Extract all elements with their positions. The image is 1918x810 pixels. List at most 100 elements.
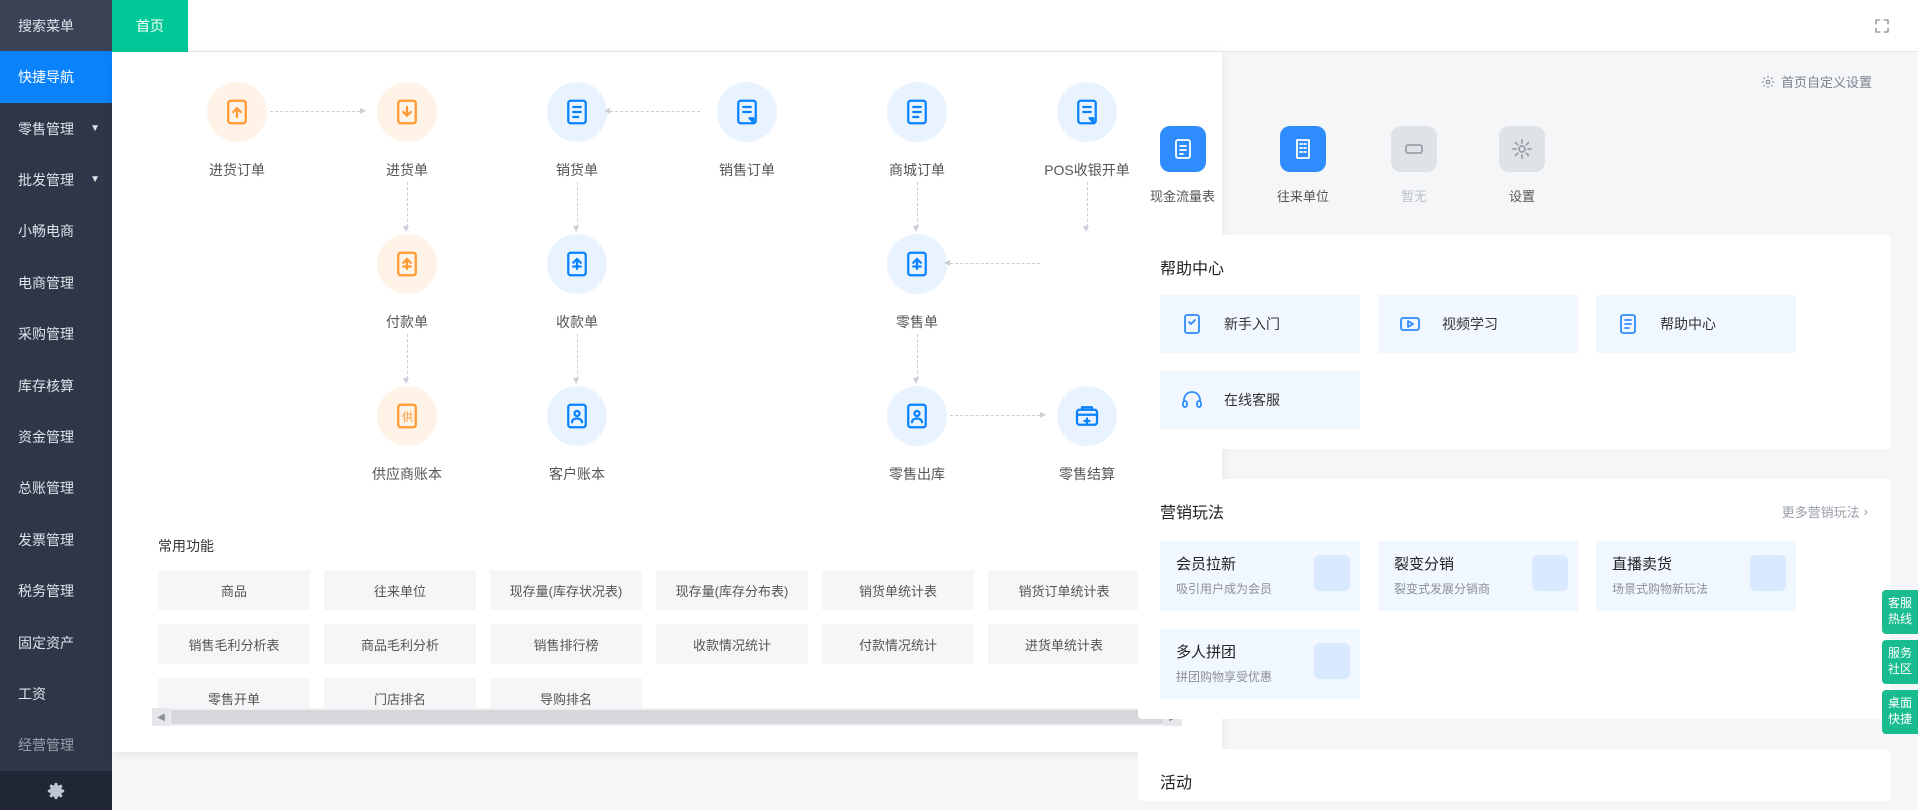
building-icon — [1291, 137, 1315, 161]
scroll-left-icon[interactable]: ◀ — [152, 708, 170, 726]
node-pay-bill[interactable]: 付款单 — [322, 234, 492, 332]
node-retail-out[interactable]: 零售出库 — [832, 386, 1002, 484]
func-btn[interactable]: 商品毛利分析 — [324, 624, 476, 664]
common-functions-title: 常用功能 — [158, 536, 1176, 556]
help-item-video[interactable]: 视频学习 — [1378, 295, 1578, 353]
node-customer-ledger[interactable]: 客户账本 — [492, 386, 662, 484]
shortcut-contacts[interactable]: 往来单位 — [1277, 126, 1329, 205]
func-btn[interactable]: 往来单位 — [324, 570, 476, 610]
link-label: 首页自定义设置 — [1781, 72, 1872, 91]
node-label: 供应商账本 — [372, 464, 442, 484]
node-label: 付款单 — [386, 312, 428, 332]
help-label: 视频学习 — [1442, 314, 1498, 334]
scroll-thumb[interactable] — [171, 710, 1163, 724]
node-receipt-bill[interactable]: 收款单 — [492, 234, 662, 332]
doc-corner-icon — [1072, 97, 1102, 127]
tab-home[interactable]: 首页 — [112, 0, 188, 52]
sidebar-label: 零售管理 — [18, 119, 74, 139]
sidebar-label: 税务管理 — [18, 581, 74, 601]
sidebar-label: 小畅电商 — [18, 221, 74, 241]
func-btn[interactable]: 付款情况统计 — [822, 624, 974, 664]
sidebar-item-assets[interactable]: 固定资产 — [0, 617, 112, 668]
promo-item[interactable]: 会员拉新吸引用户成为会员 — [1160, 541, 1360, 611]
sidebar-item-ecom2[interactable]: 电商管理 — [0, 257, 112, 308]
sidebar-label: 工资 — [18, 684, 46, 704]
customer-icon — [562, 401, 592, 431]
sidebar-item-ecom1[interactable]: 小畅电商 — [0, 206, 112, 257]
settle-icon — [1072, 401, 1102, 431]
sidebar-label: 固定资产 — [18, 633, 74, 653]
svg-text:供: 供 — [402, 410, 413, 424]
gear-icon — [1761, 75, 1775, 89]
sidebar-item-funds[interactable]: 资金管理 — [0, 411, 112, 462]
shortcut-row: 现金流量表 往来单位 暂无 设置 — [1150, 126, 1890, 205]
node-mall-order[interactable]: 商城订单 — [832, 82, 1002, 180]
promo-item[interactable]: 裂变分销裂变式发展分销商 — [1378, 541, 1578, 611]
sidebar-settings-button[interactable] — [0, 771, 112, 810]
sidebar-item-search[interactable]: 搜索菜单 — [0, 0, 112, 51]
sidebar-item-retail[interactable]: 零售管理▼ — [0, 103, 112, 154]
help-item-newbie[interactable]: 新手入门 — [1160, 295, 1360, 353]
sidebar-item-ops[interactable]: 经营管理 — [0, 720, 112, 771]
sidebar-label: 批发管理 — [18, 170, 74, 190]
float-community[interactable]: 服务社区 — [1882, 640, 1918, 684]
doc-list-icon — [902, 97, 932, 127]
sidebar-label: 快捷导航 — [18, 67, 74, 87]
promo-illustration-icon — [1532, 555, 1568, 591]
node-sales-bill[interactable]: 销货单 — [492, 82, 662, 180]
float-hotline[interactable]: 客服热线 — [1882, 590, 1918, 634]
topbar: 首页 — [112, 0, 1918, 52]
home-custom-settings-link[interactable]: 首页自定义设置 — [1761, 72, 1872, 91]
node-label: 销售订单 — [719, 160, 775, 180]
sidebar-item-tax[interactable]: 税务管理 — [0, 565, 112, 616]
func-btn[interactable]: 现存量(库存分布表) — [656, 570, 808, 610]
video-icon — [1398, 312, 1422, 336]
help-item-helpcenter[interactable]: 帮助中心 — [1596, 295, 1796, 353]
func-btn[interactable]: 销售排行榜 — [490, 624, 642, 664]
more-promos-link[interactable]: 更多营销玩法› — [1782, 502, 1868, 521]
sidebar-label: 采购管理 — [18, 324, 74, 344]
sidebar-item-ledger[interactable]: 总账管理 — [0, 463, 112, 514]
node-label: 零售结算 — [1059, 464, 1115, 484]
sidebar-item-invoice[interactable]: 发票管理 — [0, 514, 112, 565]
node-supplier-ledger[interactable]: 供 供应商账本 — [322, 386, 492, 484]
sidebar-item-purchase[interactable]: 采购管理 — [0, 308, 112, 359]
shortcut-cashflow[interactable]: 现金流量表 — [1150, 126, 1215, 205]
node-label: 客户账本 — [549, 464, 605, 484]
help-card: 帮助中心 新手入门 视频学习 帮助中心 在线客服 — [1138, 235, 1890, 449]
supplier-icon: 供 — [392, 401, 422, 431]
gear-icon — [47, 782, 65, 800]
node-purchase-bill[interactable]: 进货单 — [322, 82, 492, 180]
shortcut-empty[interactable]: 暂无 — [1391, 126, 1437, 205]
promo-illustration-icon — [1314, 555, 1350, 591]
money-doc-icon — [902, 249, 932, 279]
sidebar-item-inventory[interactable]: 库存核算 — [0, 360, 112, 411]
shortcut-settings[interactable]: 设置 — [1499, 126, 1545, 205]
func-btn[interactable]: 销售毛利分析表 — [158, 624, 310, 664]
placeholder-icon — [1402, 137, 1426, 161]
func-btn[interactable]: 商品 — [158, 570, 310, 610]
sidebar: 搜索菜单 快捷导航 零售管理▼ 批发管理 ▼ 小畅电商 电商管理 采购管理 库存核… — [0, 0, 112, 810]
promo-card: 营销玩法 更多营销玩法› 会员拉新吸引用户成为会员 裂变分销裂变式发展分销商 直… — [1138, 479, 1890, 719]
activity-card: 活动 — [1138, 749, 1890, 801]
node-purchase-order[interactable]: 进货订单 — [152, 82, 322, 180]
float-desktop[interactable]: 桌面快捷 — [1882, 690, 1918, 734]
doc-icon — [1616, 312, 1640, 336]
fullscreen-button[interactable] — [1868, 12, 1896, 40]
node-retail-bill[interactable]: 零售单 — [832, 234, 1002, 332]
func-btn[interactable]: 现存量(库存状况表) — [490, 570, 642, 610]
horizontal-scrollbar[interactable]: ◀ ▶ — [152, 708, 1182, 726]
help-item-service[interactable]: 在线客服 — [1160, 371, 1360, 429]
caret-down-icon: ▼ — [90, 174, 100, 185]
sidebar-label: 库存核算 — [18, 376, 74, 396]
card-title: 活动 — [1160, 769, 1868, 793]
sidebar-item-salary[interactable]: 工资 — [0, 668, 112, 719]
promo-item[interactable]: 多人拼团拼团购物享受优惠 — [1160, 629, 1360, 699]
func-btn[interactable]: 销货单统计表 — [822, 570, 974, 610]
func-btn[interactable]: 收款情况统计 — [656, 624, 808, 664]
node-sales-order[interactable]: 销售订单 — [662, 82, 832, 180]
promo-item[interactable]: 直播卖货场景式购物新玩法 — [1596, 541, 1796, 611]
float-buttons: 客服热线 服务社区 桌面快捷 — [1882, 590, 1918, 734]
sidebar-item-wholesale[interactable]: 批发管理 ▼ — [0, 154, 112, 205]
sidebar-item-quicknav[interactable]: 快捷导航 — [0, 51, 112, 102]
